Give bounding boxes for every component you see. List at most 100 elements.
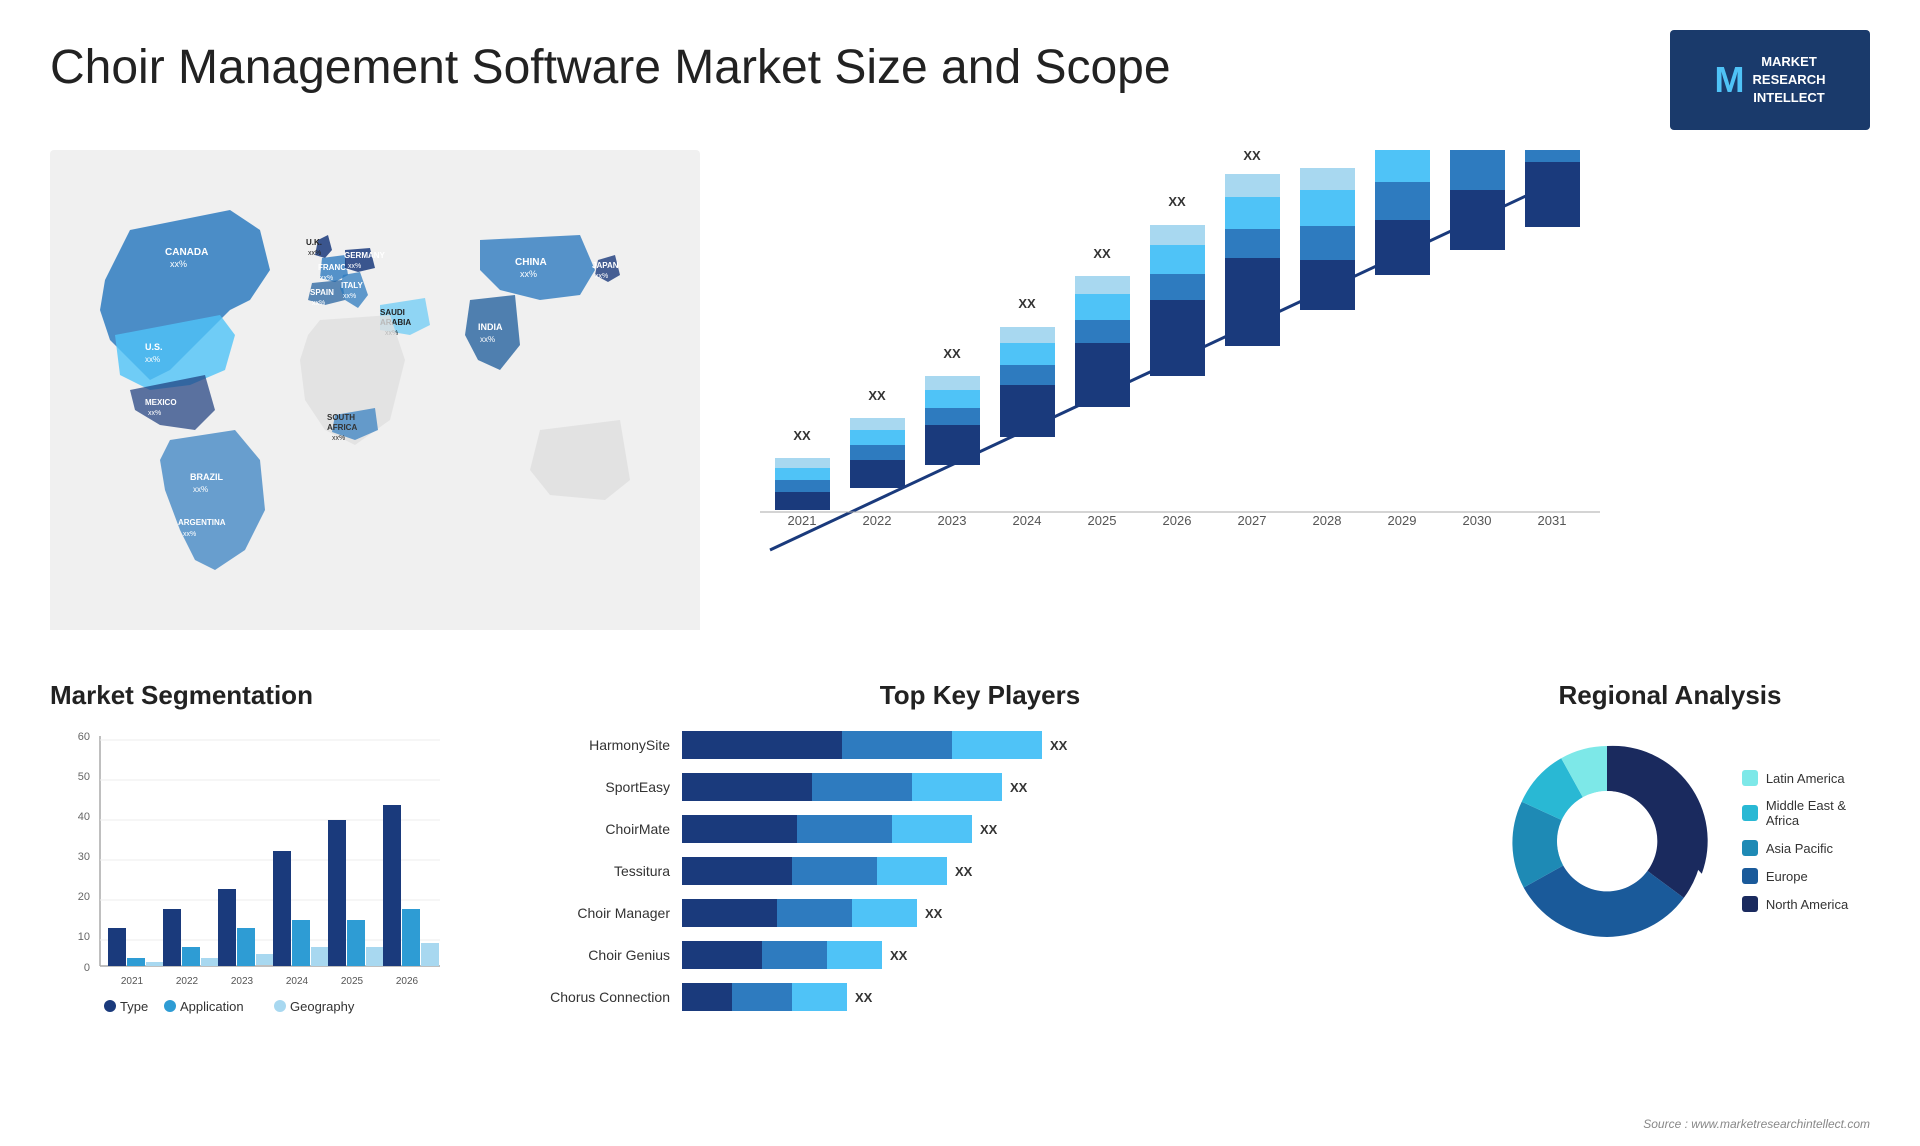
player-value: XX — [1010, 780, 1027, 795]
legend-label: North America — [1766, 897, 1848, 912]
svg-text:ARGENTINA: ARGENTINA — [178, 518, 226, 527]
legend-color — [1742, 840, 1758, 856]
svg-text:xx%: xx% — [312, 300, 325, 307]
svg-text:SOUTH: SOUTH — [327, 413, 355, 422]
player-value: XX — [890, 948, 907, 963]
svg-text:XX: XX — [943, 346, 961, 361]
svg-text:2025: 2025 — [1088, 513, 1117, 528]
legend-color — [1742, 805, 1758, 821]
svg-text:2030: 2030 — [1463, 513, 1492, 528]
svg-text:XX: XX — [1018, 296, 1036, 311]
legend-color — [1742, 868, 1758, 884]
logo-line3: INTELLECT — [1753, 89, 1826, 107]
segmentation-title: Market Segmentation — [50, 680, 470, 711]
growth-chart-svg: XX XX 2021 XX 2022 — [740, 150, 1870, 630]
svg-text:xx%: xx% — [320, 275, 333, 282]
svg-text:2026: 2026 — [396, 976, 419, 987]
legend-label: Europe — [1766, 869, 1808, 884]
svg-text:40: 40 — [78, 811, 90, 823]
player-name: Choir Manager — [510, 905, 670, 921]
player-value: XX — [855, 990, 872, 1005]
svg-text:SPAIN: SPAIN — [310, 288, 334, 297]
svg-text:INDIA: INDIA — [478, 322, 503, 332]
svg-text:30: 30 — [78, 851, 90, 863]
svg-text:xx%: xx% — [148, 410, 161, 417]
header: Choir Management Software Market Size an… — [50, 30, 1870, 130]
key-players-section: Top Key Players HarmonySite XX SportEasy — [470, 680, 1470, 1041]
player-bar — [682, 941, 882, 969]
player-bar-container: XX — [682, 941, 1450, 969]
svg-text:20: 20 — [78, 891, 90, 903]
svg-text:2024: 2024 — [1013, 513, 1042, 528]
svg-text:XX: XX — [793, 428, 811, 443]
svg-text:Geography: Geography — [290, 999, 355, 1014]
regional-section: Regional Analysis — [1470, 680, 1870, 1041]
svg-text:2031: 2031 — [1538, 513, 1567, 528]
svg-text:60: 60 — [78, 731, 90, 743]
player-name: ChoirMate — [510, 821, 670, 837]
player-value: XX — [980, 822, 997, 837]
player-row: HarmonySite XX — [510, 731, 1450, 759]
player-bar — [682, 773, 1002, 801]
legend-label: Latin America — [1766, 771, 1845, 786]
svg-text:xx%: xx% — [193, 485, 208, 494]
svg-text:2024: 2024 — [286, 976, 309, 987]
svg-text:2021: 2021 — [788, 513, 817, 528]
svg-text:XX: XX — [1168, 194, 1186, 209]
donut-chart — [1492, 726, 1722, 956]
svg-text:xx%: xx% — [343, 293, 356, 300]
svg-text:xx%: xx% — [348, 263, 361, 270]
svg-text:2021: 2021 — [121, 976, 144, 987]
player-value: XX — [1050, 738, 1067, 753]
legend-color — [1742, 896, 1758, 912]
svg-text:XX: XX — [1243, 150, 1261, 163]
svg-text:xx%: xx% — [308, 250, 321, 257]
player-bar-container: XX — [682, 857, 1450, 885]
svg-text:CANADA: CANADA — [165, 247, 208, 258]
svg-text:MEXICO: MEXICO — [145, 398, 177, 407]
svg-text:xx%: xx% — [183, 531, 196, 538]
svg-text:GERMANY: GERMANY — [344, 251, 386, 260]
player-bar — [682, 983, 847, 1011]
page-title: Choir Management Software Market Size an… — [50, 40, 1171, 95]
player-name: Chorus Connection — [510, 989, 670, 1005]
player-bar — [682, 857, 947, 885]
regional-title: Regional Analysis — [1470, 680, 1870, 711]
legend-item-europe: Europe — [1742, 868, 1848, 884]
svg-text:U.S.: U.S. — [145, 342, 163, 352]
svg-text:10: 10 — [78, 931, 90, 943]
svg-text:XX: XX — [1093, 246, 1111, 261]
world-map: CANADA xx% U.S. xx% MEXICO xx% BRAZIL xx… — [50, 150, 700, 630]
legend-item-mea: Middle East &Africa — [1742, 798, 1848, 828]
logo-box: M MARKET RESEARCH INTELLECT — [1670, 30, 1870, 130]
svg-text:2028: 2028 — [1313, 513, 1342, 528]
svg-text:2029: 2029 — [1388, 513, 1417, 528]
player-row: Choir Manager XX — [510, 899, 1450, 927]
player-bar-container: XX — [682, 731, 1450, 759]
player-name: Tessitura — [510, 863, 670, 879]
legend-label: Asia Pacific — [1766, 841, 1833, 856]
legend-item-apac: Asia Pacific — [1742, 840, 1848, 856]
player-row: Chorus Connection XX — [510, 983, 1450, 1011]
svg-text:Type: Type — [120, 999, 148, 1014]
player-bar — [682, 815, 972, 843]
player-bar-container: XX — [682, 773, 1450, 801]
legend-label: Middle East &Africa — [1766, 798, 1846, 828]
svg-text:2027: 2027 — [1238, 513, 1267, 528]
svg-text:ITALY: ITALY — [341, 281, 363, 290]
svg-text:xx%: xx% — [595, 273, 608, 280]
player-name: HarmonySite — [510, 737, 670, 753]
player-value: XX — [955, 864, 972, 879]
svg-text:2023: 2023 — [231, 976, 254, 987]
segmentation-chart: 60 50 40 30 20 10 0 2021 — [50, 726, 470, 1036]
svg-text:2026: 2026 — [1163, 513, 1192, 528]
svg-text:Application: Application — [180, 999, 244, 1014]
svg-text:U.K.: U.K. — [306, 238, 322, 247]
logo-inner: M MARKET RESEARCH INTELLECT — [1715, 53, 1826, 108]
logo-line1: MARKET — [1753, 53, 1826, 71]
player-value: XX — [925, 906, 942, 921]
logo-container: M MARKET RESEARCH INTELLECT — [1670, 30, 1870, 130]
svg-text:0: 0 — [84, 962, 90, 974]
player-bar — [682, 731, 1042, 759]
player-bar-container: XX — [682, 815, 1450, 843]
